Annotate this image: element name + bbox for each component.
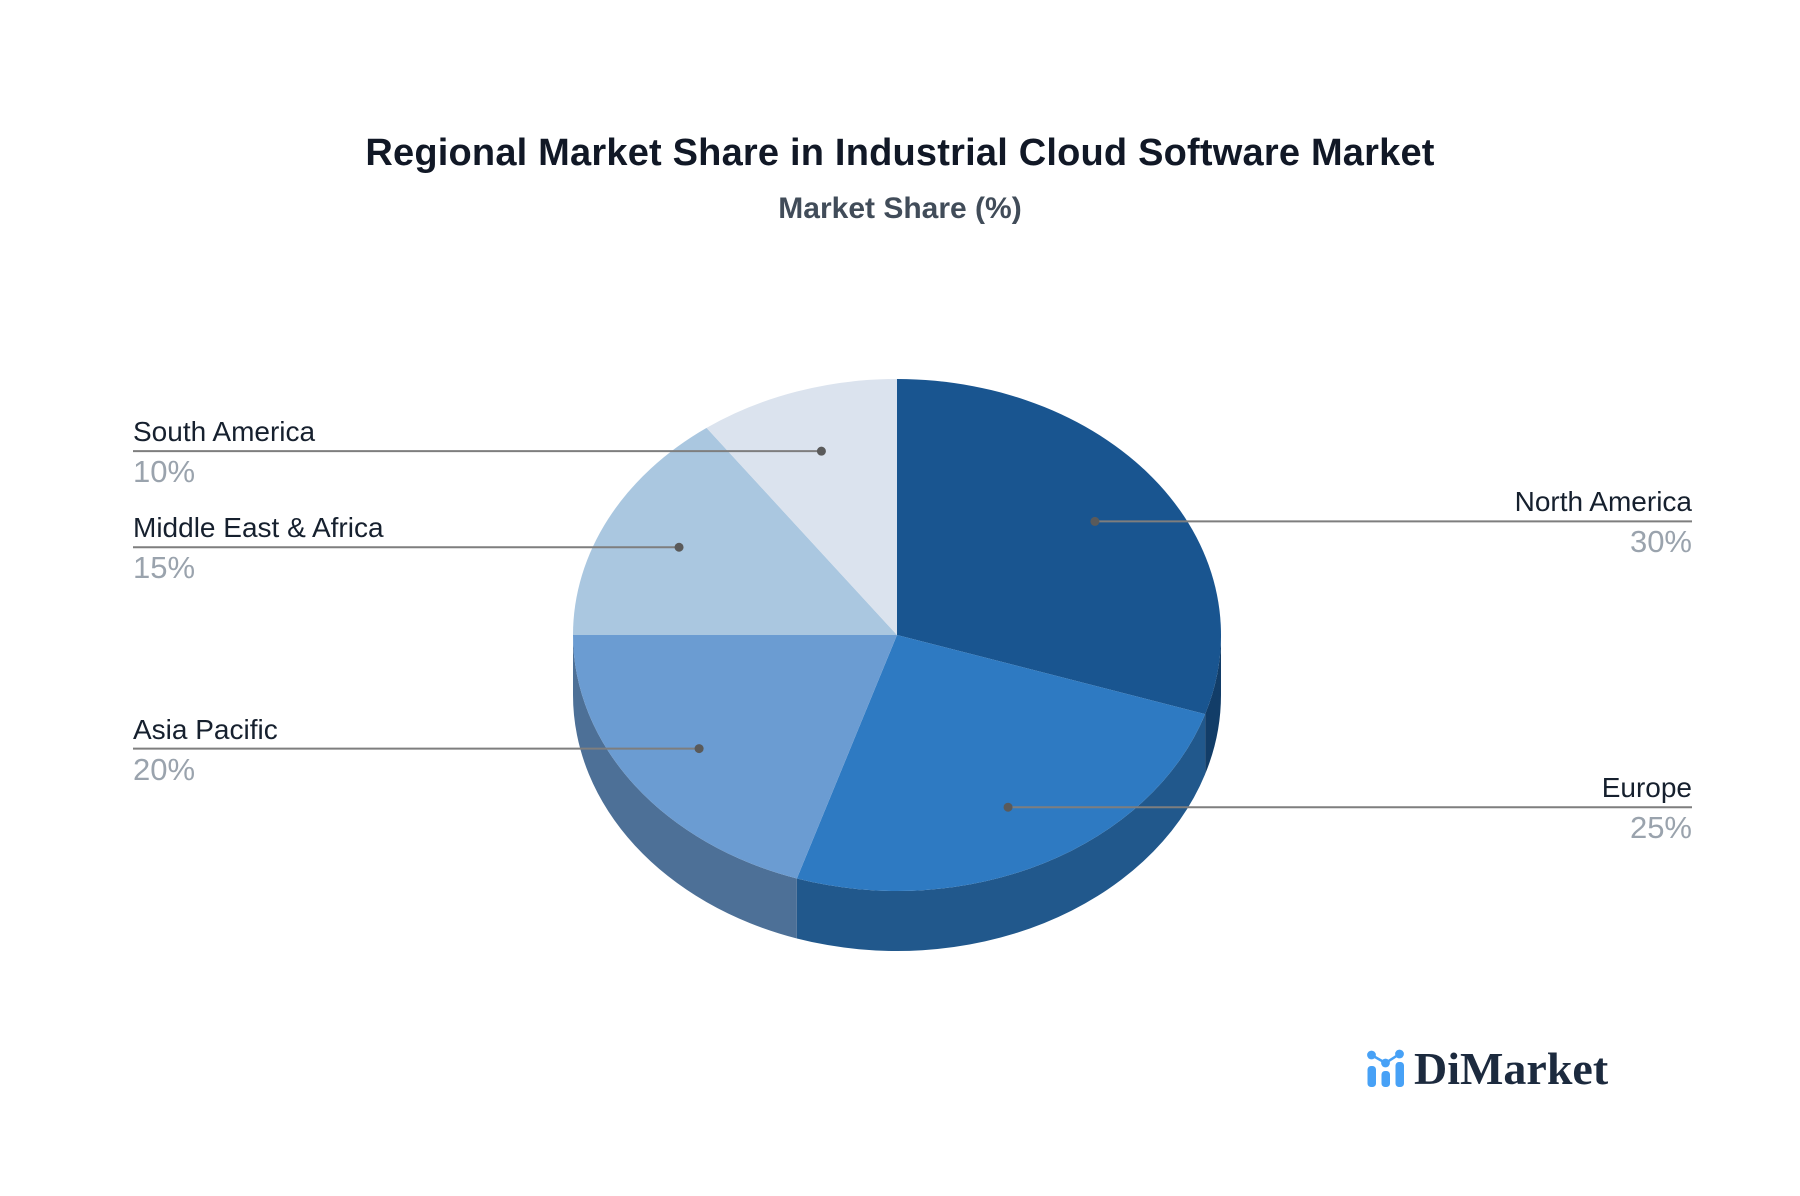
slice-value-asia-pacific: 20% xyxy=(133,751,196,787)
callout-dot-north-america xyxy=(1090,516,1100,526)
dimarket-logo: DiMarket xyxy=(1360,1030,1690,1110)
slice-label-europe: Europe xyxy=(1601,772,1692,804)
slice-label-north-america: North America xyxy=(1514,486,1692,518)
slice-value-europe: 25% xyxy=(1629,810,1692,846)
pie-chart-svg xyxy=(133,379,1692,951)
callout-dot-europe xyxy=(1003,802,1013,812)
logo-wordmark: DiMarket xyxy=(1414,1043,1609,1094)
slice-label-south-america: South America xyxy=(133,416,316,448)
bar-chart-trend-icon xyxy=(1367,1049,1404,1087)
callout-dot-south-america xyxy=(816,446,826,456)
slice-value-middle-east-africa: 15% xyxy=(133,550,196,586)
chart-page: Regional Market Share in Industrial Clou… xyxy=(0,0,1800,1196)
callout-dot-middle-east-africa xyxy=(674,542,684,552)
callout-dot-asia-pacific xyxy=(694,744,704,754)
slice-value-north-america: 30% xyxy=(1629,524,1692,560)
slice-label-middle-east-africa: Middle East & Africa xyxy=(133,512,384,544)
slice-label-asia-pacific: Asia Pacific xyxy=(133,713,278,745)
pie-chart-area: North America 30% Europe 25% Asia Pacifi… xyxy=(0,0,1800,1196)
slice-value-south-america: 10% xyxy=(133,454,196,490)
